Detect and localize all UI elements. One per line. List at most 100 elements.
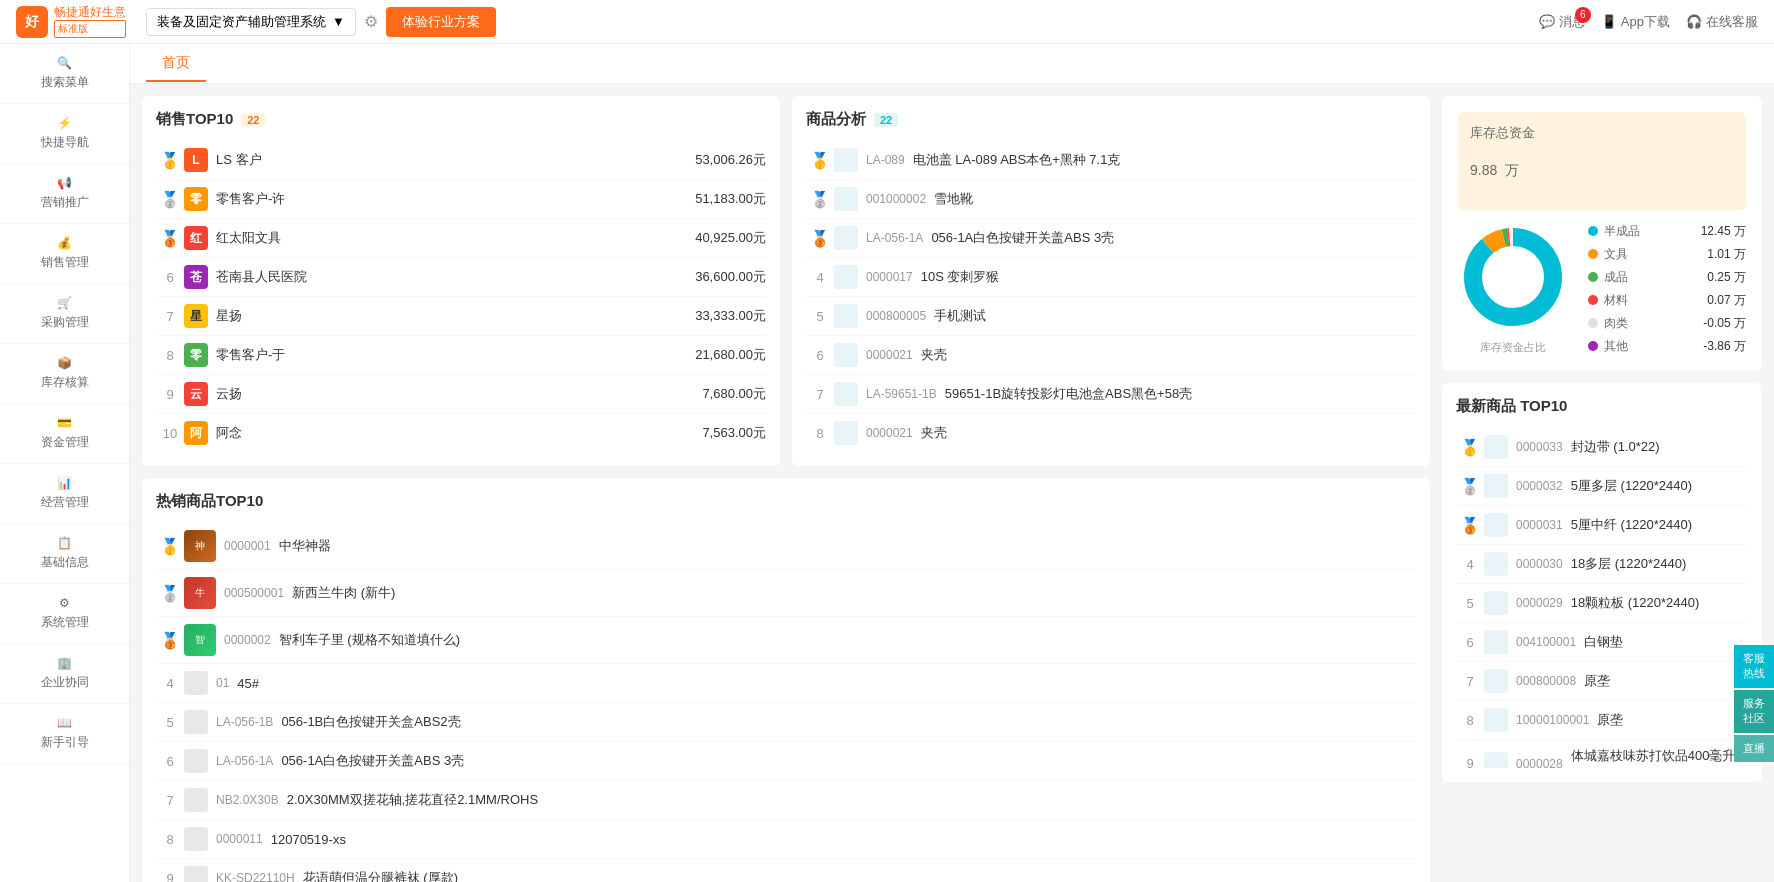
products-analysis-card: 商品分析 22 🥇 LA-089 电池盖 LA-089 ABS本色+黑种 7.1… <box>792 96 1430 466</box>
donut-chart-container: 库存资金占比 半成品 12.45 万 文具 1.01 万 <box>1458 222 1746 355</box>
customer-name-3: 红太阳文具 <box>216 229 695 247</box>
new-product-img <box>1484 669 1508 693</box>
new-product-row: 🥈 0000032 5厘多层 (1220*2440) <box>1456 467 1748 506</box>
sidebar-item-enterprise[interactable]: 🏢 企业协同 <box>0 644 129 704</box>
legend-item-3: 成品 0.25 万 <box>1588 269 1746 286</box>
logo-area: 好 畅捷通好生意 标准版 <box>16 5 146 39</box>
header: 好 畅捷通好生意 标准版 装备及固定资产辅助管理系统 ▼ ⚙ 体验行业方案 💬 … <box>0 0 1774 44</box>
sidebar-item-sales[interactable]: 💰 销售管理 <box>0 224 129 284</box>
product-analysis-row: 5 000800005 手机测试 <box>806 297 1416 336</box>
hot-product-row: 🥇 神 0000001 中华神器 <box>156 523 1416 570</box>
product-img-placeholder <box>834 148 858 172</box>
product-analysis-row: 7 LA-59651-1B 59651-1B旋转投影灯电池盒ABS黑色+58壳 <box>806 375 1416 414</box>
finance-icon: 💳 <box>57 416 72 430</box>
hot-product-row: 6 LA-056-1A 056-1A白色按键开关盖ABS 3壳 <box>156 742 1416 781</box>
message-icon: 💬 <box>1539 14 1555 29</box>
product-img-ph <box>184 671 208 695</box>
sidebar-item-guide[interactable]: 📖 新手引导 <box>0 704 129 764</box>
service-community-button[interactable]: 服务社区 <box>1734 690 1774 733</box>
sidebar-item-inventory[interactable]: 📦 库存核算 <box>0 344 129 404</box>
customer-name-1: LS 客户 <box>216 151 695 169</box>
svg-point-1 <box>1473 237 1553 317</box>
new-products-title: 最新商品 TOP10 <box>1456 397 1748 416</box>
guide-icon: 📖 <box>57 716 72 730</box>
hot-products-card: 热销商品TOP10 🥇 神 0000001 中华神器 🥈 牛 000500001… <box>142 478 1430 882</box>
customer-row: 10 阿 阿念 7,563.00元 <box>156 414 766 452</box>
main-content: 首页 销售TOP10 22 🥇 L LS 客 <box>130 44 1774 882</box>
marketing-icon: 📢 <box>57 176 72 190</box>
customer-value-2: 51,183.00元 <box>695 190 766 208</box>
logo-text-block: 畅捷通好生意 标准版 <box>54 5 126 39</box>
analysis-badge: 22 <box>874 113 898 127</box>
rank-num-5: 7 <box>156 309 184 324</box>
new-product-row: 5 0000029 18颗粒板 (1220*2440) <box>1456 584 1748 623</box>
customer-avatar-8: 阿 <box>184 421 208 445</box>
sidebar-item-quicknav[interactable]: ⚡ 快捷导航 <box>0 104 129 164</box>
try-button[interactable]: 体验行业方案 <box>386 7 496 37</box>
new-product-row: 7 000800008 原垄 <box>1456 662 1748 701</box>
search-icon: 🔍 <box>57 56 72 70</box>
logo-icon: 好 <box>16 6 48 38</box>
product-analysis-row: 6 0000021 夹壳 <box>806 336 1416 375</box>
basic-icon: 📋 <box>57 536 72 550</box>
sidebar-item-purchase[interactable]: 🛒 采购管理 <box>0 284 129 344</box>
sidebar-item-management[interactable]: 📊 经营管理 <box>0 464 129 524</box>
management-icon: 📊 <box>57 476 72 490</box>
customer-service-button[interactable]: 客服热线 <box>1734 645 1774 688</box>
system-selector[interactable]: 装备及固定资产辅助管理系统 ▼ <box>146 8 356 36</box>
product-img-ph <box>184 866 208 882</box>
logo-brand: 畅捷通好生意 <box>54 5 126 21</box>
settings-icon[interactable]: ⚙ <box>364 12 378 31</box>
new-product-img <box>1484 474 1508 498</box>
hot-products-list: 🥇 神 0000001 中华神器 🥈 牛 000500001 新西兰牛肉 (新牛… <box>156 523 1416 882</box>
inventory-legend: 半成品 12.45 万 文具 1.01 万 成品 0.25 万 <box>1588 223 1746 355</box>
product-img-placeholder <box>834 382 858 406</box>
customers-top10-card: 销售TOP10 22 🥇 L LS 客户 53,006.26元 <box>142 96 780 466</box>
sidebar-inventory-label: 库存核算 <box>41 374 89 391</box>
legend-dot-5 <box>1588 318 1598 328</box>
donut-chart <box>1458 222 1568 332</box>
customers-list: 🥇 L LS 客户 53,006.26元 🥈 零 零售客户-许 51,183.0… <box>156 141 766 452</box>
sidebar-search[interactable]: 🔍 搜索菜单 <box>0 44 129 104</box>
hot-product-row: 🥈 牛 000500001 新西兰牛肉 (新牛) <box>156 570 1416 617</box>
rank-medal-3: 🥉 <box>156 229 184 248</box>
content-left: 销售TOP10 22 🥇 L LS 客户 53,006.26元 <box>142 96 1430 882</box>
new-product-img <box>1484 630 1508 654</box>
tab-home[interactable]: 首页 <box>146 46 206 82</box>
new-product-row: 4 0000030 18多层 (1220*2440) <box>1456 545 1748 584</box>
new-product-img <box>1484 435 1508 459</box>
service-label: 在线客服 <box>1706 13 1758 31</box>
hot-product-row: 5 LA-056-1B 056-1B白色按键开关盒ABS2壳 <box>156 703 1416 742</box>
content-right: 库存总资金 9.88 万 <box>1442 96 1762 882</box>
legend-dot-4 <box>1588 295 1598 305</box>
live-button[interactable]: 直播 <box>1734 735 1774 762</box>
message-button[interactable]: 💬 消息 6 <box>1539 13 1585 31</box>
customer-row: 9 云 云扬 7,680.00元 <box>156 375 766 414</box>
new-product-row: 6 004100001 白钢垫 <box>1456 623 1748 662</box>
customer-row: 🥇 L LS 客户 53,006.26元 <box>156 141 766 180</box>
rank-medal-1: 🥇 <box>156 151 184 170</box>
customer-value-7: 7,680.00元 <box>702 385 766 403</box>
product-img-ph <box>184 749 208 773</box>
headset-icon: 🎧 <box>1686 14 1702 29</box>
sidebar-guide-label: 新手引导 <box>41 734 89 751</box>
new-product-row: 9 0000028 体城嘉枝味苏打饮品400毫升 (1*15) <box>1456 740 1748 768</box>
sidebar-item-system[interactable]: ⚙ 系统管理 <box>0 584 129 644</box>
fixed-buttons: 客服热线 服务社区 直播 <box>1734 645 1774 762</box>
app-download-button[interactable]: 📱 App下载 <box>1601 13 1670 31</box>
system-name: 装备及固定资产辅助管理系统 <box>157 13 326 31</box>
product-analysis-row: 🥈 001000002 雪地靴 <box>806 180 1416 219</box>
hot-product-row: 🥉 智 0000002 智利车子里 (规格不知道填什么) <box>156 617 1416 664</box>
inventory-icon: 📦 <box>57 356 72 370</box>
product-img-ph <box>184 788 208 812</box>
sidebar-item-finance[interactable]: 💳 资金管理 <box>0 404 129 464</box>
customer-avatar-6: 零 <box>184 343 208 367</box>
hot-product-row: 9 KK-SD22110H 花语萌但温分腿裤袜 (厚款) <box>156 859 1416 882</box>
new-product-img <box>1484 591 1508 615</box>
product-img-ph <box>184 710 208 734</box>
hot-product-row: 7 NB2.0X30B 2.0X30MM双搓花轴,搓花直径2.1MM/ROHS <box>156 781 1416 820</box>
sidebar-item-basic[interactable]: 📋 基础信息 <box>0 524 129 584</box>
sidebar-item-marketing[interactable]: 📢 营销推广 <box>0 164 129 224</box>
customer-name-4: 苍南县人民医院 <box>216 268 695 286</box>
online-service-button[interactable]: 🎧 在线客服 <box>1686 13 1758 31</box>
